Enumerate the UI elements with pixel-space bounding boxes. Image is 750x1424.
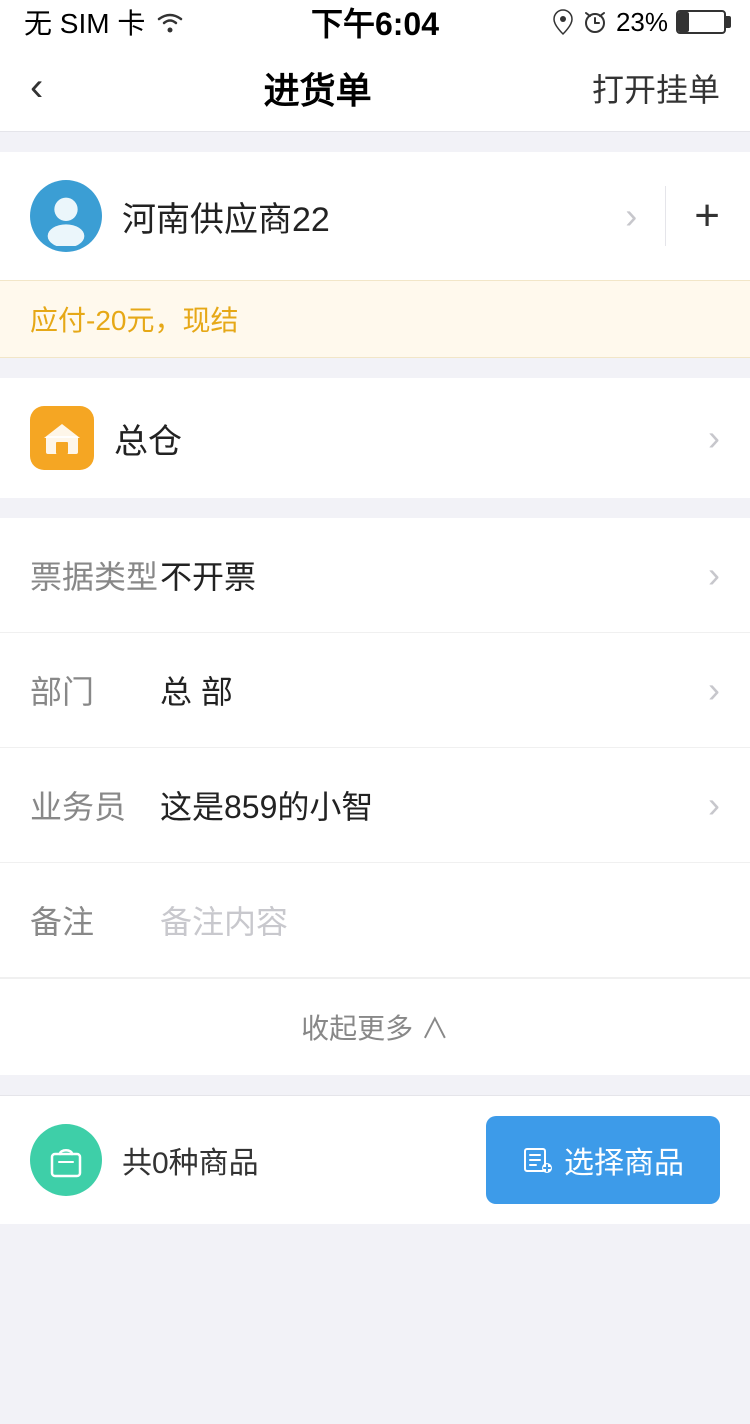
- remark-row[interactable]: 备注 备注内容: [0, 863, 750, 978]
- product-icon-wrap: [30, 1124, 102, 1196]
- status-time: 下午6:04: [311, 0, 439, 45]
- user-icon: [36, 186, 96, 246]
- section-gap-3: [0, 498, 750, 518]
- wifi-icon: [153, 10, 187, 34]
- invoice-type-value: 不开票: [160, 552, 708, 598]
- product-count: 共0种商品: [122, 1138, 486, 1182]
- back-button[interactable]: ‹: [30, 65, 43, 110]
- salesperson-row[interactable]: 业务员 这是859的小智 ›: [0, 748, 750, 863]
- warehouse-icon: [42, 418, 82, 458]
- invoice-type-chevron-icon: ›: [708, 554, 720, 596]
- warehouse-name: 总仓: [114, 414, 708, 463]
- notice-text: 应付-20元，现结: [30, 305, 238, 336]
- salesperson-chevron-icon: ›: [708, 784, 720, 826]
- status-bar: 无 SIM 卡 下午6:04 23%: [0, 0, 750, 44]
- product-bar: 共0种商品 选择商品: [0, 1095, 750, 1224]
- avatar: [30, 180, 102, 252]
- form-card: 票据类型 不开票 › 部门 总 部 › 业务员 这是859的小智 › 备注 备注…: [0, 518, 750, 1075]
- warehouse-icon-wrap: [30, 406, 94, 470]
- remark-input[interactable]: 备注内容: [160, 897, 720, 943]
- supplier-chevron-icon: ›: [625, 195, 637, 237]
- supplier-row[interactable]: 河南供应商22 › +: [0, 152, 750, 280]
- vertical-divider: [665, 186, 666, 246]
- carrier-label: 无 SIM 卡: [24, 2, 145, 42]
- battery-percent: 23%: [616, 7, 668, 38]
- department-chevron-icon: ›: [708, 669, 720, 711]
- page-title: 进货单: [264, 62, 372, 114]
- alarm-icon: [582, 8, 608, 36]
- department-value: 总 部: [160, 667, 708, 713]
- select-product-label: 选择商品: [564, 1138, 684, 1182]
- department-row[interactable]: 部门 总 部 ›: [0, 633, 750, 748]
- invoice-type-row[interactable]: 票据类型 不开票 ›: [0, 518, 750, 633]
- warehouse-chevron-icon: ›: [708, 417, 720, 459]
- supplier-name: 河南供应商22: [122, 192, 625, 241]
- supplier-card: 河南供应商22 › + 应付-20元，现结: [0, 152, 750, 358]
- notice-bar: 应付-20元，现结: [0, 280, 750, 358]
- nav-bar: ‹ 进货单 打开挂单: [0, 44, 750, 132]
- supplier-actions: › +: [625, 186, 720, 246]
- department-label: 部门: [30, 667, 160, 713]
- section-gap-1: [0, 132, 750, 152]
- section-gap-2: [0, 358, 750, 378]
- gray-fill: [0, 1224, 750, 1424]
- collapse-row[interactable]: 收起更多 ∧: [0, 978, 750, 1075]
- add-supplier-button[interactable]: +: [694, 194, 720, 238]
- warehouse-card[interactable]: 总仓 ›: [0, 378, 750, 498]
- battery-icon: [676, 10, 726, 34]
- collapse-label: 收起更多 ∧: [301, 1007, 449, 1047]
- warehouse-row[interactable]: 总仓 ›: [0, 378, 750, 498]
- product-bag-icon: [46, 1140, 86, 1180]
- salesperson-label: 业务员: [30, 782, 160, 828]
- select-product-button[interactable]: 选择商品: [486, 1116, 720, 1204]
- open-pending-button[interactable]: 打开挂单: [592, 65, 720, 111]
- select-product-icon: [522, 1144, 554, 1176]
- status-left: 无 SIM 卡: [24, 2, 187, 42]
- invoice-type-label: 票据类型: [30, 552, 160, 598]
- location-icon: [552, 8, 574, 36]
- status-right: 23%: [552, 7, 726, 38]
- salesperson-value: 这是859的小智: [160, 782, 708, 828]
- remark-label: 备注: [30, 897, 160, 943]
